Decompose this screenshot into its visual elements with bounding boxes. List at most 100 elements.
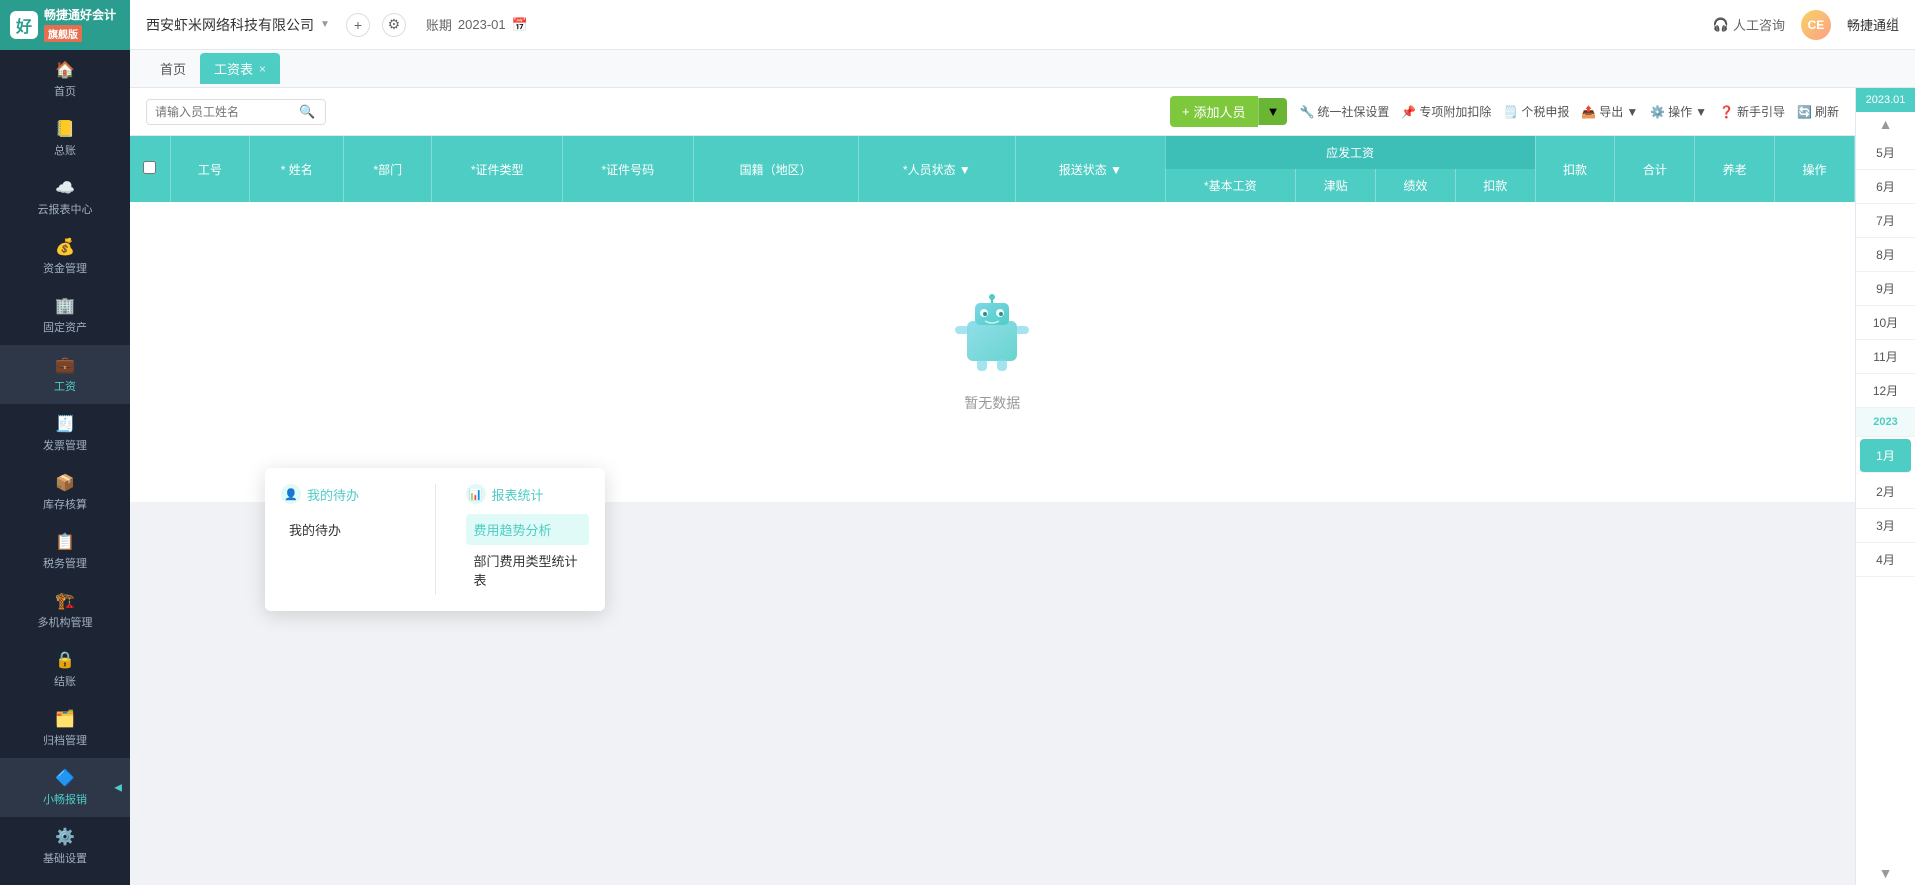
- social-insurance-action[interactable]: 🔧 统一社保设置: [1299, 103, 1389, 120]
- month-item-1-current[interactable]: 1月: [1860, 439, 1911, 473]
- company-dropdown-icon: ▼: [320, 19, 330, 30]
- month-item-2[interactable]: 2月: [1856, 475, 1915, 509]
- sidebar-item-fund[interactable]: 💰 资金管理: [0, 227, 130, 286]
- sidebar-item-inventory[interactable]: 📦 库存核算: [0, 463, 130, 522]
- export-arrow-icon: ▼: [1626, 105, 1638, 119]
- popup-divider: [435, 484, 436, 595]
- month-item-9[interactable]: 9月: [1856, 272, 1915, 306]
- month-down-btn[interactable]: ▼: [1856, 861, 1915, 885]
- calendar-icon[interactable]: 📅: [512, 17, 528, 33]
- personal-tax-label: 个税申报: [1521, 103, 1569, 120]
- th-name: * 姓名: [250, 136, 344, 202]
- month-item-6[interactable]: 6月: [1856, 170, 1915, 204]
- refresh-action[interactable]: 🔄 刷新: [1797, 103, 1839, 120]
- sidebar-item-wage[interactable]: 💼 工资: [0, 345, 130, 404]
- sidebar-label-cloud: 云报表中心: [38, 201, 93, 217]
- sidebar-item-new-guide[interactable]: ▶️ 新手引导: [0, 876, 130, 885]
- month-item-10[interactable]: 10月: [1856, 306, 1915, 340]
- th-report-status: 报送状态 ▼: [1016, 136, 1165, 202]
- month-item-12[interactable]: 12月: [1856, 374, 1915, 408]
- th-employee-no: 工号: [170, 136, 250, 202]
- month-up-btn[interactable]: ▲: [1856, 112, 1915, 136]
- th-basic-wage: *基本工资: [1165, 169, 1296, 202]
- sidebar-item-ledger[interactable]: 📒 总账: [0, 109, 130, 168]
- search-icon[interactable]: 🔍: [299, 104, 315, 120]
- add-person-btn-group: + 添加人员 ▼: [1170, 96, 1287, 127]
- operation-arrow-icon: ▼: [1695, 105, 1707, 119]
- month-item-8[interactable]: 8月: [1856, 238, 1915, 272]
- todo-title-icon: 👤: [281, 484, 301, 504]
- add-person-label: 添加人员: [1194, 102, 1246, 121]
- personal-tax-action[interactable]: 🗒️ 个税申报: [1503, 103, 1569, 120]
- month-item-7[interactable]: 7月: [1856, 204, 1915, 238]
- th-total: 合计: [1615, 136, 1695, 202]
- sidebar-item-multi-org[interactable]: 🏗️ 多机构管理: [0, 581, 130, 640]
- th-payable-wage: 应发工资: [1165, 136, 1535, 169]
- customer-service-label: 人工咨询: [1733, 15, 1785, 34]
- add-company-btn[interactable]: +: [346, 13, 370, 37]
- wage-table: 工号 * 姓名 *部门 *证件类型 *证件号码 国籍（地区） *人员状态 ▼ 报…: [130, 136, 1855, 502]
- sidebar-item-fixed-assets[interactable]: 🏢 固定资产: [0, 286, 130, 345]
- popup-col-reports: 📊 报表统计 费用趋势分析 部门费用类型统计表: [466, 484, 590, 595]
- export-action[interactable]: 📤 导出 ▼: [1581, 103, 1638, 120]
- month-item-11[interactable]: 11月: [1856, 340, 1915, 374]
- header-actions: + ⚙ 账期 2023-01 📅: [346, 13, 528, 37]
- popup-col-todo: 👤 我的待办 我的待办: [281, 484, 405, 595]
- report-status-filter-icon[interactable]: ▼: [1110, 163, 1122, 177]
- sidebar-item-basic-settings[interactable]: ⚙️ 基础设置: [0, 817, 130, 876]
- customer-service-btn[interactable]: 🎧 人工咨询: [1713, 15, 1785, 34]
- th-cert-type: *证件类型: [432, 136, 563, 202]
- headset-icon: 🎧: [1713, 17, 1729, 33]
- sidebar-label-closing: 结账: [54, 673, 76, 689]
- sidebar-label-invoice: 发票管理: [43, 437, 87, 453]
- sidebar-item-invoice[interactable]: 🧾 发票管理: [0, 404, 130, 463]
- tab-home[interactable]: 首页: [146, 53, 200, 84]
- select-all-checkbox[interactable]: [143, 161, 156, 174]
- fund-icon: 💰: [55, 237, 75, 257]
- special-deduction-action[interactable]: 📌 专项附加扣除: [1401, 103, 1491, 120]
- month-panel-header: 2023.01: [1856, 88, 1915, 112]
- th-cert-no: *证件号码: [563, 136, 694, 202]
- empty-text: 暂无数据: [964, 393, 1020, 413]
- search-input[interactable]: [155, 105, 295, 119]
- settings-btn[interactable]: ⚙: [382, 13, 406, 37]
- toolbar-right: + 添加人员 ▼ 🔧 统一社保设置 📌 专项附加扣除 🗒️: [1170, 96, 1839, 127]
- th-department: *部门: [344, 136, 432, 202]
- month-item-3[interactable]: 3月: [1856, 509, 1915, 543]
- popup-item-dept-cost[interactable]: 部门费用类型统计表: [466, 545, 590, 595]
- sidebar-label-fixed-assets: 固定资产: [43, 319, 87, 335]
- sidebar-item-xiao-chang-xiao[interactable]: 🔷 小畅报销 ◀: [0, 758, 130, 817]
- tab-area-close-btn[interactable]: ×: [1891, 12, 1899, 28]
- sidebar-item-archive[interactable]: 🗂️ 归档管理: [0, 699, 130, 758]
- th-bonus: 津贴: [1296, 169, 1376, 202]
- sidebar-label-tax: 税务管理: [43, 555, 87, 571]
- month-item-4[interactable]: 4月: [1856, 543, 1915, 577]
- sidebar-item-closing[interactable]: 🔒 结账: [0, 640, 130, 699]
- company-selector[interactable]: 西安虾米网络科技有限公司 ▼: [146, 15, 330, 35]
- account-period: 账期 2023-01 📅: [426, 15, 528, 34]
- th-sub-deduction: 扣款: [1455, 169, 1535, 202]
- empty-state-cell: 暂无数据: [130, 202, 1855, 502]
- sidebar-item-tax[interactable]: 📋 税务管理: [0, 522, 130, 581]
- personal-tax-icon: 🗒️: [1503, 105, 1518, 119]
- add-person-btn[interactable]: + 添加人员: [1170, 96, 1258, 127]
- popup-item-cost-trend[interactable]: 费用趋势分析: [466, 514, 590, 545]
- person-status-filter-icon[interactable]: ▼: [959, 163, 971, 177]
- tab-home-label: 首页: [160, 59, 186, 78]
- reports-title-icon: 📊: [466, 484, 486, 504]
- reports-title-label: 报表统计: [492, 485, 544, 504]
- app-badge: 旗舰版: [44, 25, 82, 42]
- tab-wage-table[interactable]: 工资表 ×: [200, 53, 280, 84]
- sidebar-item-cloud-report[interactable]: ☁️ 云报表中心: [0, 168, 130, 227]
- fixed-assets-icon: 🏢: [55, 296, 75, 316]
- add-person-dropdown-btn[interactable]: ▼: [1258, 98, 1288, 125]
- tab-close-btn[interactable]: ×: [259, 62, 266, 76]
- sidebar-item-home[interactable]: 🏠 首页: [0, 50, 130, 109]
- new-guide-action[interactable]: ❓ 新手引导: [1719, 103, 1785, 120]
- sidebar-label-home: 首页: [54, 83, 76, 99]
- popup-item-todo[interactable]: 我的待办: [281, 514, 405, 545]
- closing-icon: 🔒: [55, 650, 75, 670]
- operation-action[interactable]: ⚙️ 操作 ▼: [1650, 103, 1707, 120]
- month-item-5[interactable]: 5月: [1856, 136, 1915, 170]
- sidebar-label-multi-org: 多机构管理: [38, 614, 93, 630]
